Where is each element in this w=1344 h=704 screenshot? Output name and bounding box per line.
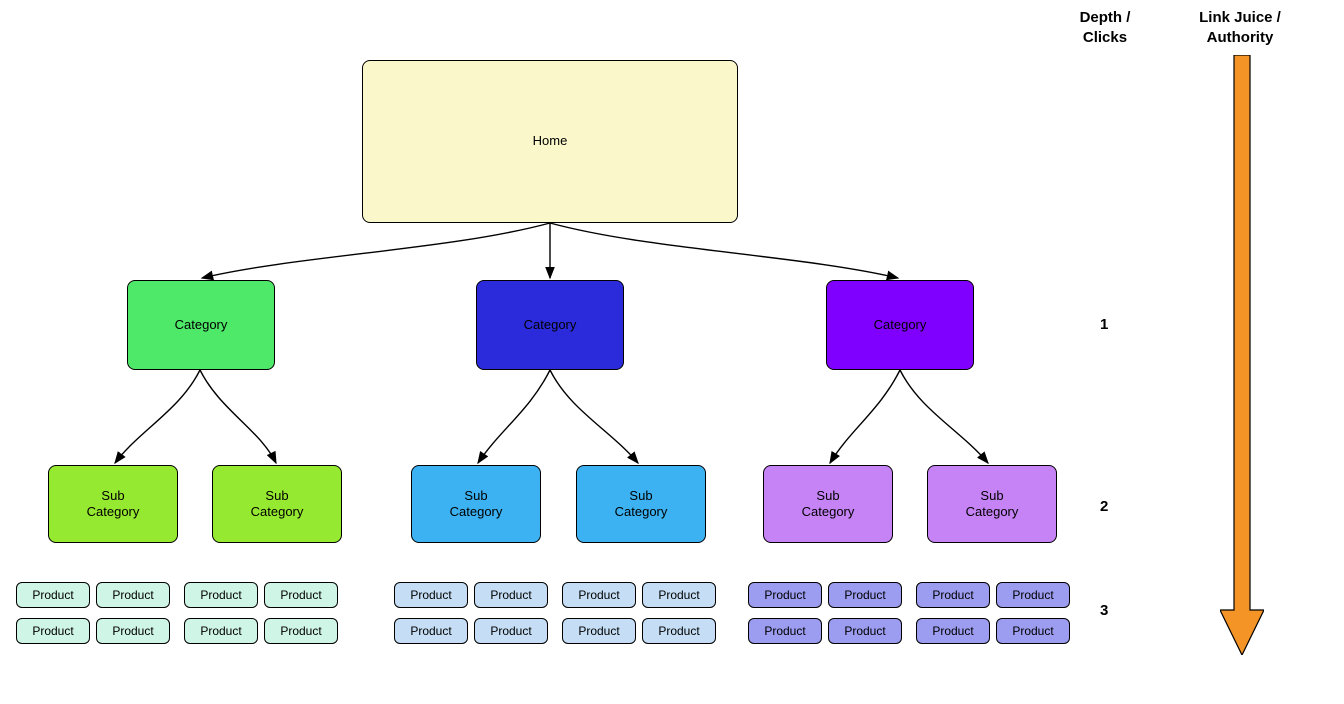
node-label: Category [175, 317, 228, 333]
node-subcategory: Sub Category [763, 465, 893, 543]
node-label: Product [280, 588, 321, 603]
node-label: Product [280, 624, 321, 639]
depth-label-2: 2 [1100, 498, 1108, 515]
node-product: Product [474, 618, 548, 644]
node-label: Product [32, 624, 73, 639]
depth-label-3: 3 [1100, 602, 1108, 619]
node-product: Product [16, 582, 90, 608]
node-product: Product [996, 582, 1070, 608]
node-home-label: Home [533, 133, 568, 149]
node-label: Sub Category [450, 488, 503, 521]
node-category-purple: Category [826, 280, 974, 370]
node-product: Product [916, 582, 990, 608]
node-label: Sub Category [615, 488, 668, 521]
node-product: Product [562, 582, 636, 608]
node-product: Product [96, 618, 170, 644]
node-label: Product [410, 588, 451, 603]
node-subcategory: Sub Category [927, 465, 1057, 543]
node-label: Sub Category [251, 488, 304, 521]
header-depth: Depth / Clicks [1060, 8, 1150, 47]
node-label: Product [200, 624, 241, 639]
node-subcategory: Sub Category [411, 465, 541, 543]
node-label: Product [32, 588, 73, 603]
node-subcategory: Sub Category [212, 465, 342, 543]
node-label: Product [932, 588, 973, 603]
node-product: Product [16, 618, 90, 644]
authority-arrow-icon [1220, 55, 1264, 655]
node-product: Product [184, 582, 258, 608]
node-label: Product [490, 624, 531, 639]
depth-label-1: 1 [1100, 316, 1108, 333]
node-label: Product [764, 588, 805, 603]
node-label: Product [844, 588, 885, 603]
node-product: Product [394, 582, 468, 608]
node-label: Product [200, 588, 241, 603]
node-label: Product [1012, 624, 1053, 639]
node-label: Category [874, 317, 927, 333]
node-subcategory: Sub Category [576, 465, 706, 543]
node-label: Product [764, 624, 805, 639]
node-product: Product [916, 618, 990, 644]
node-label: Sub Category [802, 488, 855, 521]
node-product: Product [828, 618, 902, 644]
node-label: Sub Category [87, 488, 140, 521]
node-label: Product [578, 588, 619, 603]
node-product: Product [562, 618, 636, 644]
node-product: Product [264, 582, 338, 608]
node-category-blue: Category [476, 280, 624, 370]
node-product: Product [748, 618, 822, 644]
node-label: Product [844, 624, 885, 639]
node-label: Product [658, 588, 699, 603]
node-label: Product [578, 624, 619, 639]
node-label: Product [1012, 588, 1053, 603]
node-product: Product [996, 618, 1070, 644]
node-label: Product [112, 624, 153, 639]
node-product: Product [96, 582, 170, 608]
node-category-green: Category [127, 280, 275, 370]
node-product: Product [642, 618, 716, 644]
node-product: Product [394, 618, 468, 644]
node-product: Product [264, 618, 338, 644]
node-label: Sub Category [966, 488, 1019, 521]
node-home: Home [362, 60, 738, 223]
node-product: Product [184, 618, 258, 644]
node-label: Product [658, 624, 699, 639]
node-label: Category [524, 317, 577, 333]
node-product: Product [828, 582, 902, 608]
node-label: Product [932, 624, 973, 639]
node-label: Product [490, 588, 531, 603]
node-product: Product [474, 582, 548, 608]
node-product: Product [748, 582, 822, 608]
node-subcategory: Sub Category [48, 465, 178, 543]
header-authority: Link Juice / Authority [1180, 8, 1300, 47]
node-product: Product [642, 582, 716, 608]
node-label: Product [410, 624, 451, 639]
node-label: Product [112, 588, 153, 603]
